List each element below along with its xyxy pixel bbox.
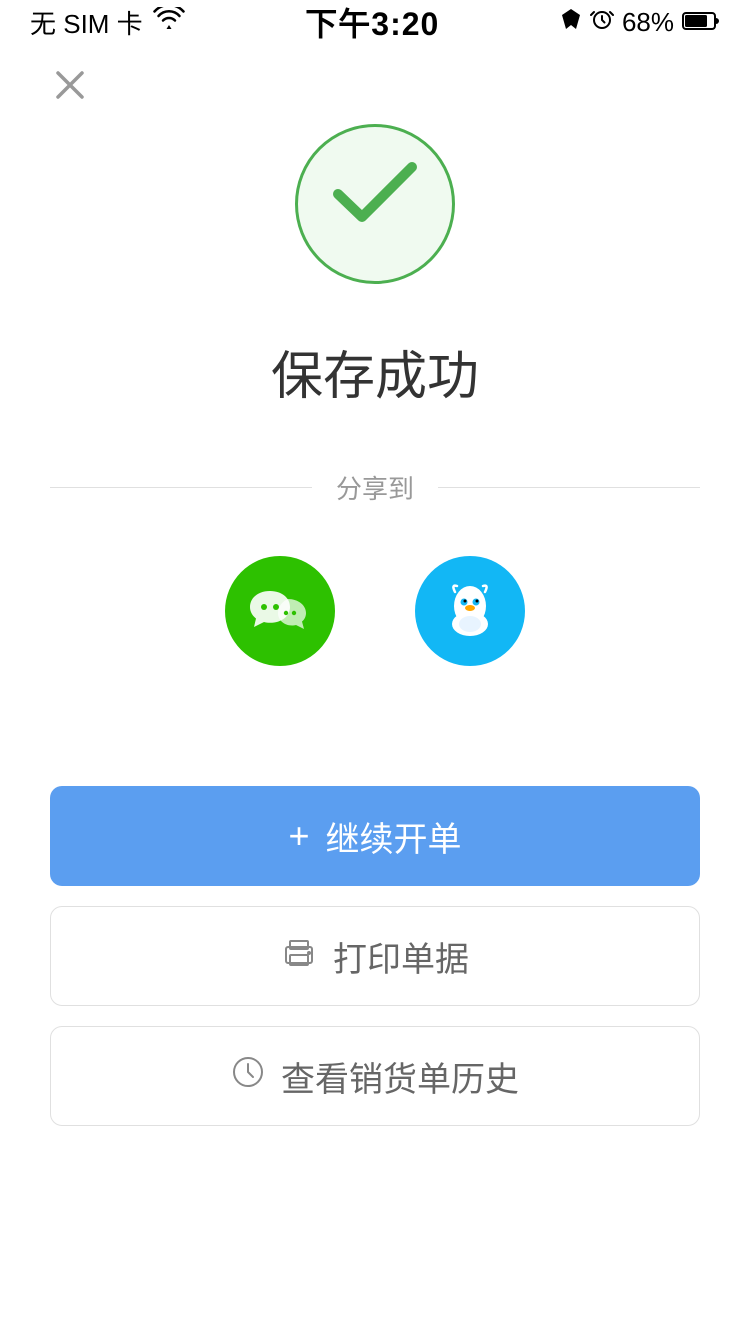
continue-order-button[interactable]: + 继续开单	[50, 786, 700, 886]
history-label: 查看销货单历史	[281, 1052, 519, 1101]
status-right: 68%	[560, 7, 720, 38]
divider-text: 分享到	[312, 469, 438, 506]
plus-icon: +	[288, 815, 309, 857]
divider-line-right	[438, 487, 700, 488]
alarm-icon	[590, 7, 614, 38]
success-circle	[295, 124, 455, 284]
battery-percentage: 68%	[622, 7, 674, 38]
close-button[interactable]	[40, 55, 100, 115]
battery-icon	[682, 7, 720, 38]
wifi-icon	[153, 7, 185, 38]
status-time: 下午3:20	[305, 0, 439, 45]
checkmark-icon	[330, 159, 420, 242]
no-sim-label: 无 SIM 卡	[30, 4, 143, 41]
action-buttons: + 继续开单 打印单据 查看销货单历史	[0, 786, 750, 1126]
printer-icon	[281, 935, 317, 978]
print-label: 打印单据	[333, 932, 469, 981]
qq-share-button[interactable]	[415, 556, 525, 666]
share-icons	[0, 556, 750, 666]
main-content: 保存成功 分享到	[0, 44, 750, 1126]
share-section: 分享到	[0, 469, 750, 736]
success-title: 保存成功	[271, 334, 479, 409]
wechat-share-button[interactable]	[225, 556, 335, 666]
status-left: 无 SIM 卡	[30, 4, 185, 41]
clock-icon	[231, 1055, 265, 1098]
location-icon	[560, 7, 582, 38]
status-bar: 无 SIM 卡 下午3:20 68%	[0, 0, 750, 44]
history-button[interactable]: 查看销货单历史	[50, 1026, 700, 1126]
divider-line-left	[50, 487, 312, 488]
share-divider: 分享到	[0, 469, 750, 506]
continue-label: 继续开单	[326, 812, 462, 861]
print-button[interactable]: 打印单据	[50, 906, 700, 1006]
